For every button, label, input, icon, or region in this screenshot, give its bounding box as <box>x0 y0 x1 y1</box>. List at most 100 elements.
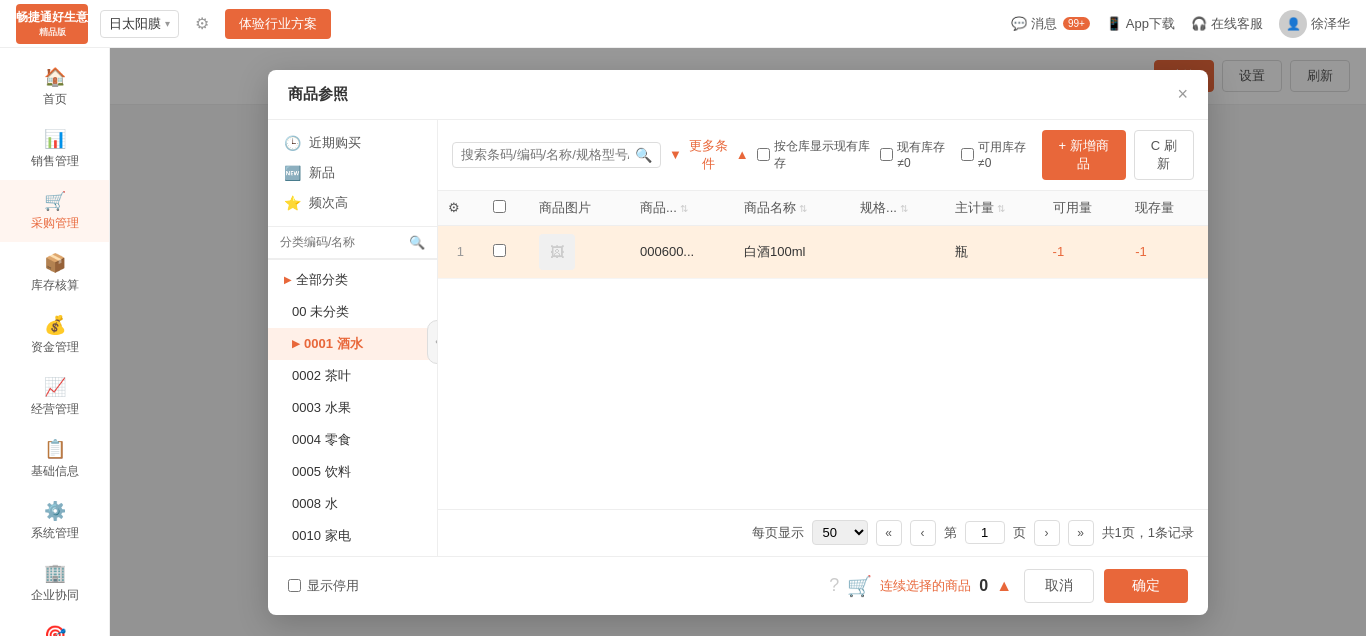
category-search-input[interactable] <box>280 235 403 249</box>
add-product-button[interactable]: + 新增商品 <box>1042 130 1126 180</box>
available-stock-checkbox[interactable] <box>961 148 974 161</box>
mobile-icon: 📱 <box>1106 16 1122 31</box>
gear-icon[interactable]: ⚙ <box>191 10 213 37</box>
user-profile[interactable]: 👤 徐泽华 <box>1279 10 1350 38</box>
quick-tab-recent-label: 近期购买 <box>309 134 361 152</box>
purchase-icon: 🛒 <box>44 190 66 212</box>
sidebar-label-purchase: 采购管理 <box>31 215 79 232</box>
page-number-input[interactable] <box>965 521 1005 544</box>
app-download-nav-item[interactable]: 📱 App下载 <box>1106 15 1175 33</box>
existing-stock-checkbox[interactable] <box>880 148 893 161</box>
cat-label-water: 0008 水 <box>292 495 338 513</box>
sidebar-item-basic-info[interactable]: 📋 基础信息 <box>0 428 109 490</box>
confirm-button[interactable]: 确定 <box>1104 569 1188 603</box>
message-badge: 99+ <box>1063 17 1090 30</box>
warehouse-checkbox[interactable] <box>757 148 770 161</box>
existing-stock-label: 现有库存≠0 <box>897 139 953 170</box>
last-page-button[interactable]: » <box>1068 520 1094 546</box>
filter-chevron: ▲ <box>736 147 749 162</box>
warehouse-display-filter[interactable]: 按仓库显示现有库存 <box>757 138 873 172</box>
sidebar-item-sales[interactable]: 📊 销售管理 <box>0 118 109 180</box>
modal-close-button[interactable]: × <box>1177 84 1188 105</box>
product-search-input[interactable] <box>461 147 629 162</box>
nav-selector[interactable]: 日太阳膜 ▾ <box>100 10 179 38</box>
expand-icon-liquor: ▶ <box>292 338 300 349</box>
cat-item-drinks[interactable]: 0005 饮料 <box>268 456 437 488</box>
cancel-button[interactable]: 取消 <box>1024 569 1094 603</box>
cat-item-water[interactable]: 0008 水 <box>268 488 437 520</box>
sidebar-item-purchase[interactable]: 🛒 采购管理 <box>0 180 109 242</box>
th-image: 商品图片 <box>529 191 630 226</box>
cat-label-all: 全部分类 <box>296 271 348 289</box>
th-gear[interactable]: ⚙ <box>438 191 483 226</box>
existing-stock-filter[interactable]: 现有库存≠0 <box>880 139 953 170</box>
show-disabled-checkbox[interactable] <box>288 579 301 592</box>
per-page-select[interactable]: 50 10 20 100 <box>812 520 868 545</box>
th-spec[interactable]: 规格... <box>850 191 945 226</box>
category-list: ▶ 全部分类 00 未分类 ▶ 0001 酒水 0002 茶 <box>268 260 437 556</box>
th-unit[interactable]: 主计量 <box>945 191 1043 226</box>
refresh-product-button[interactable]: C 刷新 <box>1134 130 1194 180</box>
messages-nav-item[interactable]: 💬 消息 99+ <box>1011 15 1090 33</box>
sidebar-item-enterprise[interactable]: 🏢 企业协同 <box>0 552 109 614</box>
row-num: 1 <box>438 225 483 278</box>
table-settings-icon[interactable]: ⚙ <box>448 200 460 215</box>
sidebar-item-guide[interactable]: 🎯 新手引导 <box>0 614 109 636</box>
table-row[interactable]: 1 🖼 <box>438 225 1208 278</box>
avatar: 👤 <box>1279 10 1307 38</box>
next-page-button[interactable]: › <box>1034 520 1060 546</box>
page-word: 第 <box>944 524 957 542</box>
category-search: 🔍 <box>268 227 437 259</box>
clock-icon: 🕒 <box>284 135 301 151</box>
category-search-icon[interactable]: 🔍 <box>409 235 425 250</box>
sidebar-label-enterprise: 企业协同 <box>31 587 79 604</box>
row-checkbox[interactable] <box>493 244 506 257</box>
sidebar-item-inventory[interactable]: 📦 库存核算 <box>0 242 109 304</box>
collapse-cart-icon[interactable]: ▲ <box>996 577 1012 595</box>
cat-label-appliance: 0010 家电 <box>292 527 351 545</box>
system-icon: ⚙️ <box>44 500 66 522</box>
cat-label-drinks: 0005 饮料 <box>292 463 351 481</box>
select-all-checkbox[interactable] <box>493 200 506 213</box>
first-page-button[interactable]: « <box>876 520 902 546</box>
sidebar-item-operations[interactable]: 📈 经营管理 <box>0 366 109 428</box>
help-icon[interactable]: ? <box>829 575 839 596</box>
quick-tab-new[interactable]: 🆕 新品 <box>268 158 437 188</box>
prev-page-button[interactable]: ‹ <box>910 520 936 546</box>
sidebar-item-system[interactable]: ⚙️ 系统管理 <box>0 490 109 552</box>
cart-icon: 🛒 <box>847 574 872 598</box>
cat-item-liquor[interactable]: ▶ 0001 酒水 <box>268 328 437 360</box>
th-name[interactable]: 商品名称 <box>734 191 850 226</box>
brand-sub: 精品版 <box>39 26 66 39</box>
sidebar-item-home[interactable]: 🏠 首页 <box>0 56 109 118</box>
sidebar-item-finance[interactable]: 💰 资金管理 <box>0 304 109 366</box>
available-stock-filter[interactable]: 可用库存≠0 <box>961 139 1034 170</box>
pagination-bar: 每页显示 50 10 20 100 « ‹ 第 页 <box>438 509 1208 556</box>
cat-item-appliance[interactable]: 0010 家电 <box>268 520 437 552</box>
more-filters-button[interactable]: ▼ 更多条件 ▲ <box>669 137 749 173</box>
online-service-nav-item[interactable]: 🎧 在线客服 <box>1191 15 1263 33</box>
th-code[interactable]: 商品... <box>630 191 734 226</box>
cat-item-all[interactable]: ▶ 全部分类 <box>268 264 437 296</box>
quick-tab-recent[interactable]: 🕒 近期购买 <box>268 128 437 158</box>
collapse-panel-button[interactable]: « <box>427 320 438 364</box>
cat-label-tea: 0002 茶叶 <box>292 367 351 385</box>
cat-item-fruit[interactable]: 0003 水果 <box>268 392 437 424</box>
cat-label-liquor: 0001 酒水 <box>304 335 363 353</box>
cat-item-tea[interactable]: 0002 茶叶 <box>268 360 437 392</box>
search-bar: 🔍 ▼ 更多条件 ▲ 按仓库显示现有库存 <box>438 120 1208 191</box>
show-disabled-label[interactable]: 显示停用 <box>288 577 359 595</box>
sidebar-label-sales: 销售管理 <box>31 153 79 170</box>
cart-label: 连续选择的商品 <box>880 577 971 595</box>
trial-button[interactable]: 体验行业方案 <box>225 9 331 39</box>
cat-item-snack[interactable]: 0004 零食 <box>268 424 437 456</box>
cat-item-unclassified[interactable]: 00 未分类 <box>268 296 437 328</box>
product-panel: 🔍 ▼ 更多条件 ▲ 按仓库显示现有库存 <box>438 120 1208 556</box>
sidebar: 🏠 首页 📊 销售管理 🛒 采购管理 📦 库存核算 💰 资金管理 📈 经营管理 … <box>0 48 110 636</box>
product-reference-modal: 商品参照 × 🕒 近期购买 🆕 <box>268 70 1208 615</box>
messages-label: 消息 <box>1031 15 1057 33</box>
quick-tab-frequent[interactable]: ⭐ 频次高 <box>268 188 437 218</box>
main-layout: 🏠 首页 📊 销售管理 🛒 采购管理 📦 库存核算 💰 资金管理 📈 经营管理 … <box>0 48 1366 636</box>
action-buttons: + 新增商品 C 刷新 <box>1042 130 1194 180</box>
search-icon[interactable]: 🔍 <box>635 147 652 163</box>
